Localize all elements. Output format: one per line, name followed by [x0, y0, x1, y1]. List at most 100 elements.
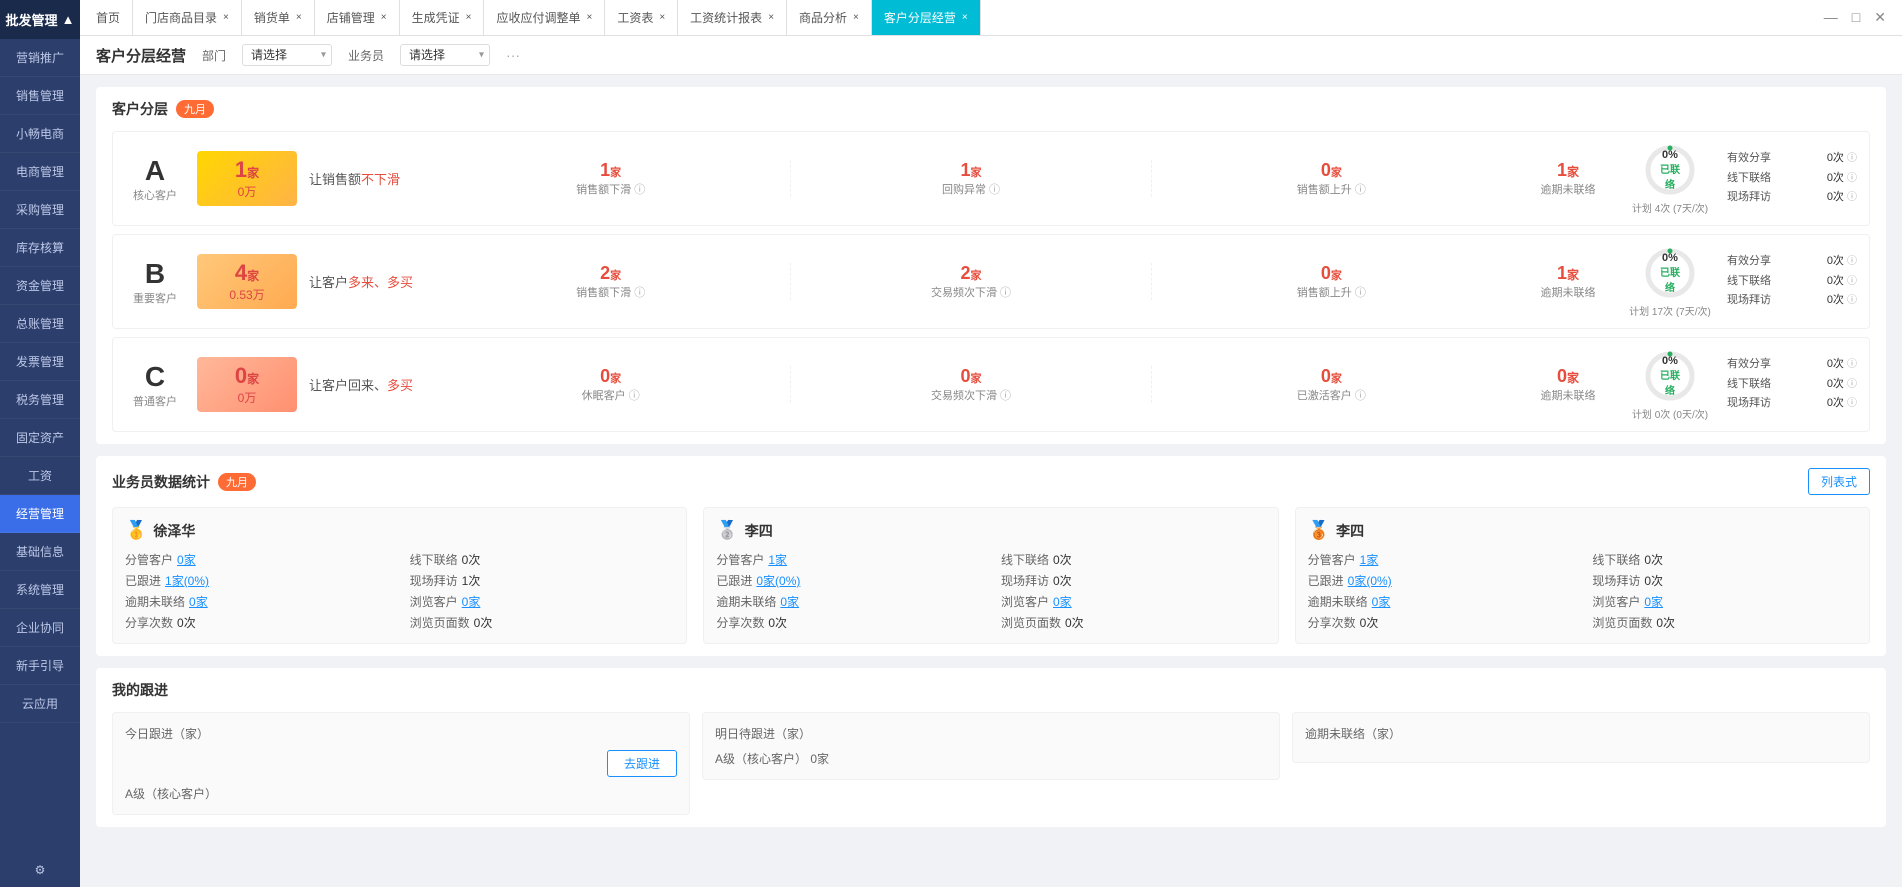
more-icon[interactable]: ··· [506, 47, 520, 63]
sidebar-item-库存核算[interactable]: 库存核算 [0, 229, 80, 267]
sidebar-item-发票管理[interactable]: 发票管理 [0, 343, 80, 381]
tier-metric: 2家销售额下滑 ⓘ [431, 263, 791, 300]
staff-stat-val: 1次 [462, 572, 481, 589]
sidebar-item-资金管理[interactable]: 资金管理 [0, 267, 80, 305]
staff-stat-val[interactable]: 0家 [462, 593, 481, 610]
staff-stat-val[interactable]: 1家(0%) [165, 572, 209, 589]
sidebar-top-label: 批发管理 [6, 10, 58, 29]
tab-close-icon[interactable]: × [466, 12, 472, 23]
sidebar-item-企业协同[interactable]: 企业协同 [0, 609, 80, 647]
sidebar-item-总账管理[interactable]: 总账管理 [0, 305, 80, 343]
toolbar: 客户分层经营 部门 请选择 业务员 请选择 ··· [80, 36, 1902, 75]
staff-stat-val[interactable]: 0家 [177, 551, 196, 568]
tab-close-icon[interactable]: × [659, 12, 665, 23]
follow-section: 我的跟进 今日跟进（家） 去跟进 A级（核心客户） 明日待跟进（家） A级（核心… [96, 668, 1886, 827]
staff-stat-item: 逾期未联络0家 [716, 593, 981, 610]
salesperson-select[interactable]: 请选择 [400, 44, 490, 66]
staff-stat-item: 浏览客户0家 [1592, 593, 1857, 610]
staff-stat-val[interactable]: 0家(0%) [1348, 572, 1392, 589]
sidebar: 批发管理 ▲ 营销推广销售管理小畅电商电商管理采购管理库存核算资金管理总账管理发… [0, 0, 80, 887]
tab-restore-icon[interactable]: □ [1848, 9, 1864, 26]
tab-close-icon[interactable]: × [853, 12, 859, 23]
tab-close-icon[interactable]: × [296, 12, 302, 23]
sidebar-collapse-icon[interactable]: ▲ [62, 12, 75, 27]
tab-close-icon[interactable]: × [768, 12, 774, 23]
sidebar-item-基础信息[interactable]: 基础信息 [0, 533, 80, 571]
staff-stat-val: 0次 [1053, 572, 1072, 589]
list-view-button[interactable]: 列表式 [1808, 468, 1870, 495]
tab-门店商品目录[interactable]: 门店商品目录× [133, 0, 242, 36]
sidebar-item-电商管理[interactable]: 电商管理 [0, 153, 80, 191]
sidebar-item-新手引导[interactable]: 新手引导 [0, 647, 80, 685]
tier-grid: A核心客户1家0万让销售额不下滑1家销售额下滑 ⓘ1家回购异常 ⓘ0家销售额上升… [112, 131, 1870, 432]
tab-工资统计报表[interactable]: 工资统计报表 × [678, 0, 787, 36]
tab-close-icon[interactable]: × [223, 12, 229, 23]
tab-生成凭证[interactable]: 生成凭证× [400, 0, 485, 36]
today-follow-sub: A级（核心客户） [125, 785, 677, 802]
tab-close-icon[interactable]: × [586, 12, 592, 23]
staff-stat-item: 分管客户1家 [716, 551, 981, 568]
today-follow-title: 今日跟进（家） [125, 725, 677, 742]
tab-label: 工资统计报表 [690, 9, 762, 26]
staff-stat-val[interactable]: 1家 [768, 551, 787, 568]
stat-line: 现场拜访0次 ⓘ [1727, 188, 1857, 208]
medal-icon-0: 🥇 [125, 520, 147, 541]
sidebar-item-系统管理[interactable]: 系统管理 [0, 571, 80, 609]
staff-stat-val[interactable]: 0家 [1053, 593, 1072, 610]
tab-商品分析[interactable]: 商品分析× [787, 0, 872, 36]
tab-店铺管理[interactable]: 店铺管理× [315, 0, 400, 36]
tab-客户分层经营[interactable]: 客户分层经营× [872, 0, 981, 36]
tier-metric: 0家销售额上升 ⓘ [1152, 160, 1511, 197]
staff-month-badge: 九月 [218, 473, 256, 491]
staff-stat-item: 已跟进1家(0%) [125, 572, 390, 589]
sidebar-item-采购管理[interactable]: 采购管理 [0, 191, 80, 229]
staff-stat-val[interactable]: 0家 [189, 593, 208, 610]
stat-line: 线下联络0次 ⓘ [1727, 169, 1857, 189]
tab-首页[interactable]: 首页 [84, 0, 133, 36]
sidebar-top[interactable]: 批发管理 ▲ [0, 0, 80, 39]
dept-select[interactable]: 请选择 [242, 44, 332, 66]
tab-工资表[interactable]: 工资表× [605, 0, 678, 36]
tab-close-all-icon[interactable]: ✕ [1870, 9, 1890, 26]
tier-metric: 2家交易频次下滑 ⓘ [791, 263, 1151, 300]
staff-stat-val: 0次 [177, 614, 196, 631]
staff-stat-val[interactable]: 0家 [1644, 593, 1663, 610]
sidebar-item-工资[interactable]: 工资 [0, 457, 80, 495]
staff-section-header: 业务员数据统计 九月 列表式 [112, 468, 1870, 495]
staff-card-2: 🥉李四分管客户1家线下联络0次已跟进0家(0%)现场拜访0次逾期未联络0家浏览客… [1295, 507, 1870, 644]
tier-metric: 1家回购异常 ⓘ [791, 160, 1151, 197]
tier-right-stats-C: 有效分享0次 ⓘ线下联络0次 ⓘ现场拜访0次 ⓘ [1727, 355, 1857, 414]
tier-right-stats-B: 有效分享0次 ⓘ线下联络0次 ⓘ现场拜访0次 ⓘ [1727, 252, 1857, 311]
tier-metrics-A: 1家销售额下滑 ⓘ1家回购异常 ⓘ0家销售额上升 ⓘ [431, 160, 1511, 197]
tab-销货单[interactable]: 销货单× [242, 0, 315, 36]
sidebar-item-固定资产[interactable]: 固定资产 [0, 419, 80, 457]
go-follow-button[interactable]: 去跟进 [607, 750, 677, 777]
content: 客户分层 九月 A核心客户1家0万让销售额不下滑1家销售额下滑 ⓘ1家回购异常 … [80, 75, 1902, 887]
sidebar-item-营销推广[interactable]: 营销推广 [0, 39, 80, 77]
staff-stat-val[interactable]: 1家 [1360, 551, 1379, 568]
sidebar-item-销售管理[interactable]: 销售管理 [0, 77, 80, 115]
staff-stat-item: 线下联络0次 [410, 551, 675, 568]
tab-minimize-icon[interactable]: — [1820, 9, 1842, 26]
today-follow-sub-label: A级（核心客户） [125, 787, 217, 801]
sidebar-item-小畅电商[interactable]: 小畅电商 [0, 115, 80, 153]
staff-stat-val[interactable]: 0家(0%) [756, 572, 800, 589]
staff-header-2: 🥉李四 [1308, 520, 1857, 541]
settings-button[interactable]: ⚙ [0, 853, 80, 887]
sidebar-item-经营管理[interactable]: 经营管理 [0, 495, 80, 533]
sidebar-item-云应用[interactable]: 云应用 [0, 685, 80, 723]
staff-stat-item: 浏览页面数0次 [1592, 614, 1857, 631]
staff-stat-item: 现场拜访1次 [410, 572, 675, 589]
sidebar-item-税务管理[interactable]: 税务管理 [0, 381, 80, 419]
dept-select-wrap: 请选择 [242, 44, 332, 66]
staff-stat-val[interactable]: 0家 [780, 593, 799, 610]
tab-close-icon[interactable]: × [962, 12, 968, 23]
tab-应收应付调整单[interactable]: 应收应付调整单× [484, 0, 605, 36]
salesperson-label: 业务员 [348, 47, 384, 64]
tab-close-icon[interactable]: × [381, 12, 387, 23]
staff-stat-val: 0次 [1644, 551, 1663, 568]
tier-count-block-C: 0家0万 [197, 357, 297, 412]
staff-stat-val[interactable]: 0家 [1372, 593, 1391, 610]
staff-stats-grid-1: 分管客户1家线下联络0次已跟进0家(0%)现场拜访0次逾期未联络0家浏览客户0家… [716, 551, 1265, 631]
staff-stat-item: 现场拜访0次 [1001, 572, 1266, 589]
